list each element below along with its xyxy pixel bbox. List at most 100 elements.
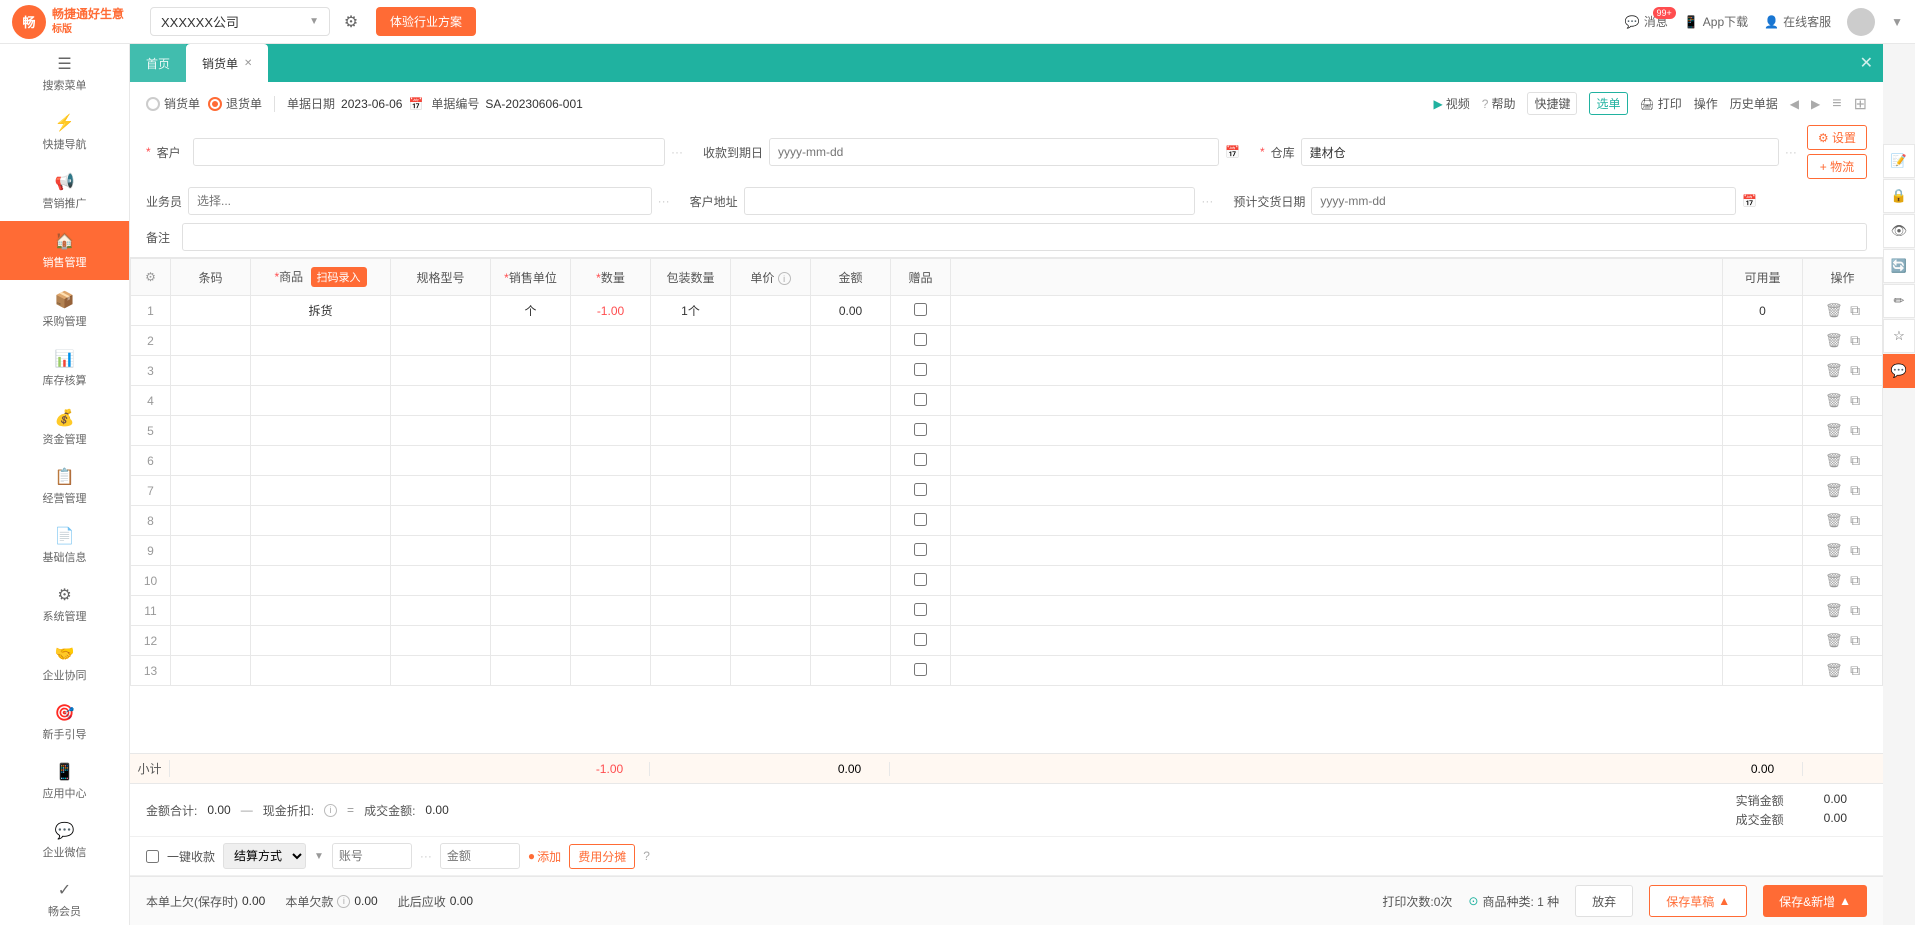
row-product[interactable] (251, 416, 391, 446)
row-barcode[interactable] (171, 596, 251, 626)
delete-row-btn[interactable]: 🗑 (1825, 572, 1843, 588)
row-unit[interactable] (491, 356, 571, 386)
sidebar-item-system[interactable]: ⚙ 系统管理 (0, 575, 129, 634)
price-info-icon[interactable]: i (778, 272, 791, 285)
row-spec[interactable] (391, 506, 491, 536)
row-pack-qty[interactable] (651, 476, 731, 506)
account-dots-btn[interactable]: ··· (420, 849, 432, 863)
sidebar-item-collab[interactable]: 🤝 企业协同 (0, 634, 129, 693)
row-amount[interactable] (811, 596, 891, 626)
account-input[interactable] (332, 843, 412, 869)
row-unit[interactable]: 个 (491, 296, 571, 326)
row-qty[interactable] (571, 386, 651, 416)
row-gift[interactable] (891, 446, 951, 476)
row-unit[interactable] (491, 506, 571, 536)
row-gift[interactable] (891, 656, 951, 686)
row-gift[interactable] (891, 626, 951, 656)
list-view-btn[interactable]: ≡ (1832, 95, 1841, 113)
row-spec[interactable] (391, 446, 491, 476)
row-barcode[interactable] (171, 506, 251, 536)
row-barcode[interactable] (171, 566, 251, 596)
copy-row-btn[interactable]: ⧉ (1850, 632, 1860, 648)
row-gift[interactable] (891, 356, 951, 386)
sidebar-item-funds[interactable]: 💰 资金管理 (0, 398, 129, 457)
delete-row-btn[interactable]: 🗑 (1825, 482, 1843, 498)
sidebar-item-inventory[interactable]: 📊 库存核算 (0, 339, 129, 398)
row-amount[interactable] (811, 566, 891, 596)
copy-row-btn[interactable]: ⧉ (1850, 302, 1860, 318)
select-btn[interactable]: 选单 (1589, 92, 1627, 115)
row-qty[interactable] (571, 356, 651, 386)
row-price[interactable] (731, 536, 811, 566)
delete-row-btn[interactable]: 🗑 (1825, 662, 1843, 678)
row-product[interactable] (251, 566, 391, 596)
sidebar-item-purchase[interactable]: 📦 采购管理 (0, 280, 129, 339)
deduct-info-icon[interactable]: i (337, 895, 350, 908)
expected-date-calendar-icon[interactable]: 📅 (1742, 194, 1757, 208)
row-pack-qty[interactable] (651, 656, 731, 686)
row-price[interactable] (731, 356, 811, 386)
copy-row-btn[interactable]: ⧉ (1850, 482, 1860, 498)
warehouse-dots-btn[interactable]: ··· (1785, 145, 1797, 159)
grid-view-btn[interactable]: ⊞ (1854, 94, 1867, 114)
row-qty[interactable] (571, 326, 651, 356)
row-qty[interactable] (571, 416, 651, 446)
goods-type-selector[interactable]: ⊙ 商品种类: 1 种 (1468, 893, 1559, 910)
row-amount[interactable] (811, 326, 891, 356)
row-barcode[interactable] (171, 476, 251, 506)
print-btn[interactable]: 🖨 打印 (1640, 95, 1682, 112)
salesperson-input[interactable] (188, 187, 652, 215)
row-spec[interactable] (391, 296, 491, 326)
row-price[interactable] (731, 476, 811, 506)
row-product[interactable] (251, 476, 391, 506)
shortcut-btn[interactable]: 快捷键 (1527, 92, 1577, 115)
scan-btn[interactable]: 扫码录入 (311, 267, 367, 287)
logistics-button[interactable]: + 物流 (1807, 154, 1867, 179)
row-qty[interactable]: -1.00 (571, 296, 651, 326)
row-unit[interactable] (491, 446, 571, 476)
row-gift[interactable] (891, 296, 951, 326)
fenyong-button[interactable]: 费用分摊 (569, 844, 635, 869)
row-product[interactable] (251, 386, 391, 416)
row-price[interactable] (731, 596, 811, 626)
due-date-input[interactable] (769, 138, 1219, 166)
row-pack-qty[interactable]: 1个 (651, 296, 731, 326)
delete-row-btn[interactable]: 🗑 (1825, 632, 1843, 648)
online-support-btn[interactable]: 👤 在线客服 (1764, 13, 1831, 30)
row-qty[interactable] (571, 626, 651, 656)
message-btn[interactable]: 💬 消息 99+ (1625, 13, 1668, 30)
row-qty[interactable] (571, 476, 651, 506)
row-pack-qty[interactable] (651, 446, 731, 476)
warehouse-input[interactable] (1301, 138, 1779, 166)
row-pack-qty[interactable] (651, 566, 731, 596)
prev-record-btn[interactable]: ◀ (1790, 97, 1799, 111)
row-amount[interactable] (811, 506, 891, 536)
float-edit-btn[interactable]: ✏ (1883, 284, 1915, 318)
row-pack-qty[interactable] (651, 506, 731, 536)
row-price[interactable] (731, 656, 811, 686)
tab-home[interactable]: 首页 (130, 44, 186, 82)
row-pack-qty[interactable] (651, 386, 731, 416)
add-payment-btn[interactable]: ● 添加 (528, 848, 561, 865)
row-product[interactable] (251, 356, 391, 386)
settlement-method-select[interactable]: 结算方式 (223, 843, 306, 869)
help-btn[interactable]: ? 帮助 (1482, 95, 1516, 112)
row-price[interactable] (731, 416, 811, 446)
row-price[interactable] (731, 296, 811, 326)
row-gift[interactable] (891, 326, 951, 356)
copy-row-btn[interactable]: ⧉ (1850, 512, 1860, 528)
row-unit[interactable] (491, 566, 571, 596)
sidebar-item-operations[interactable]: 📋 经营管理 (0, 457, 129, 516)
row-amount[interactable] (811, 656, 891, 686)
row-barcode[interactable] (171, 416, 251, 446)
salesperson-dots-btn[interactable]: ··· (658, 194, 670, 208)
row-pack-qty[interactable] (651, 596, 731, 626)
delete-row-btn[interactable]: 🗑 (1825, 452, 1843, 468)
delete-row-btn[interactable]: 🗑 (1825, 332, 1843, 348)
discard-button[interactable]: 放弃 (1575, 885, 1633, 917)
row-barcode[interactable] (171, 356, 251, 386)
copy-row-btn[interactable]: ⧉ (1850, 662, 1860, 678)
row-qty[interactable] (571, 656, 651, 686)
sidebar-item-basics[interactable]: 📄 基础信息 (0, 516, 129, 575)
delete-row-btn[interactable]: 🗑 (1825, 302, 1843, 318)
